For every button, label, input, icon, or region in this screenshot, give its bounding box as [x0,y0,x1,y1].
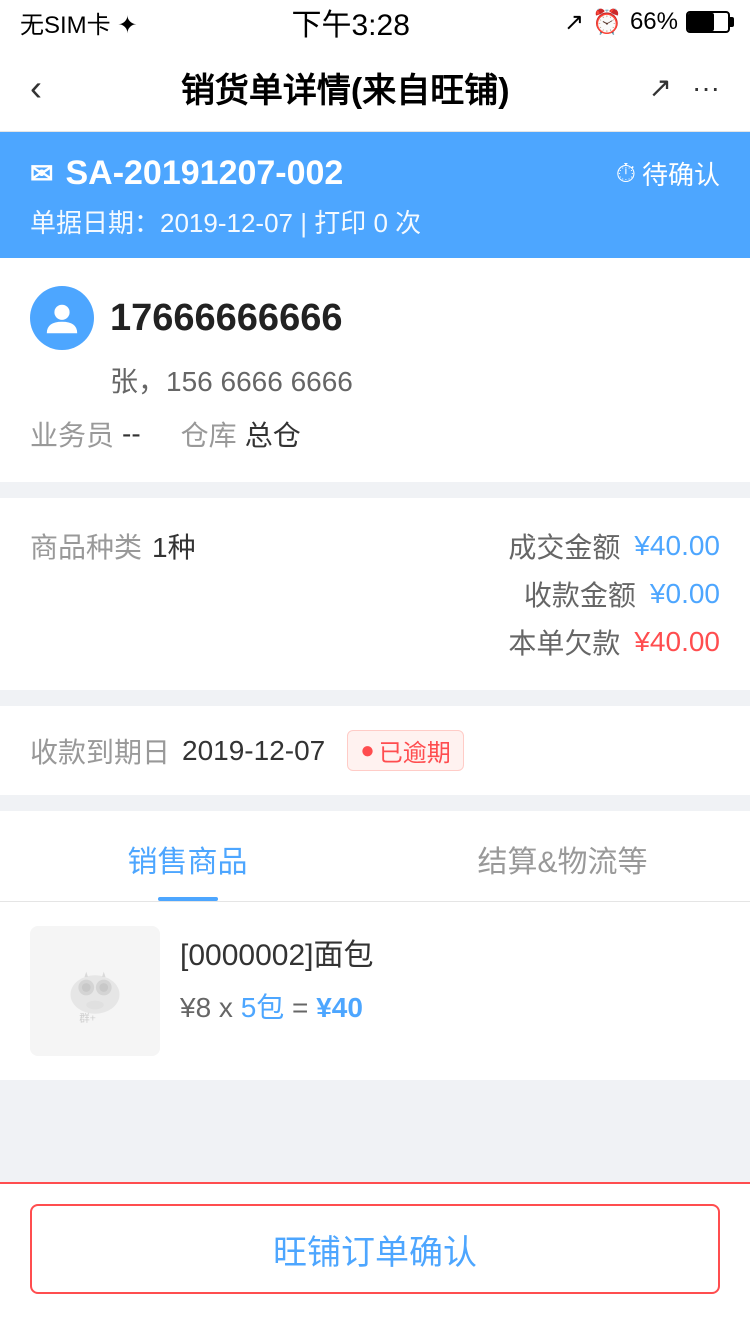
confirm-order-button[interactable]: 旺铺订单确认 [30,1204,720,1294]
status-clock-icon: ⏱ [616,158,636,190]
order-header: ✉ SA-20191207-002 ⏱ 待确认 单据日期：2019-12-07 … [0,132,750,258]
product-thumb-icon: 群+ [60,956,130,1026]
order-id-text: SA-20191207-002 [65,154,343,193]
product-list: 群+ [0000002]面包 ¥8 x 5包 = ¥40 [0,902,750,1080]
warehouse-value: 总仓 [245,414,301,454]
nav-left[interactable]: ‹ [30,67,42,109]
order-id: ✉ SA-20191207-002 [30,154,343,193]
status-bar-time: 下午3:28 [292,0,410,44]
product-type-row: 商品种类 1种 [30,526,196,566]
owed-label: 本单欠款 [508,622,620,662]
tab-sales-product[interactable]: 销售商品 [0,811,375,901]
avatar-icon [43,299,81,337]
order-id-row: ✉ SA-20191207-002 ⏱ 待确认 [30,154,720,193]
battery-text: 66% [630,8,678,36]
tab-settlement[interactable]: 结算&物流等 [375,811,750,901]
tabs-row: 销售商品 结算&物流等 [0,811,750,902]
customer-name-phone: 张，156 6666 6666 [30,360,720,400]
nav-bar: ‹ 销货单详情(来自旺铺) ↗ ··· [0,44,750,132]
bottom-bar: 旺铺订单确认 [0,1182,750,1334]
owed-value: ¥40.00 [634,626,720,658]
warehouse-label: 仓库 [181,414,237,454]
overdue-label: 收款到期日 [30,731,170,771]
status-bar-left: 无SIM卡 ✦ [20,5,137,40]
product-item: 群+ [0000002]面包 ¥8 x 5包 = ¥40 [30,926,720,1056]
sim-text: 无SIM卡 ✦ [20,5,137,40]
product-type-value: 1种 [152,526,196,566]
customer-section: 17666666666 张，156 6666 6666 业务员 -- 仓库 总仓 [0,258,750,482]
customer-phone: 17666666666 [110,297,342,340]
product-qty: 5包 [241,992,285,1023]
share-icon[interactable]: ↗ [649,71,672,104]
svg-text:群+: 群+ [79,1012,96,1025]
battery-icon [686,11,730,33]
status-bar: 无SIM卡 ✦ 下午3:28 ↗ ⏰ 66% [0,0,750,44]
product-price-text: ¥8 x [180,992,241,1023]
transaction-label: 成交金额 [508,526,620,566]
product-type-label: 商品种类 [30,526,142,566]
summary-left: 商品种类 1种 [30,526,196,566]
product-thumbnail: 群+ [30,926,160,1056]
overdue-badge-icon: ● [360,737,375,765]
more-icon[interactable]: ··· [692,72,720,104]
receipt-label: 收款金额 [524,574,636,614]
product-total: ¥40 [316,992,363,1023]
product-equals: = [284,992,316,1023]
owed-row: 本单欠款 ¥40.00 [508,622,720,662]
summary-right: 成交金额 ¥40.00 收款金额 ¥0.00 本单欠款 ¥40.00 [508,526,720,662]
customer-meta: 业务员 -- 仓库 总仓 [30,414,720,454]
order-id-icon: ✉ [30,157,53,190]
receipt-row: 收款金额 ¥0.00 [524,574,720,614]
back-button[interactable]: ‹ [30,67,42,109]
location-icon: ↗ [564,8,584,37]
salesperson-item: 业务员 -- [30,414,141,454]
salesperson-value: -- [122,418,141,450]
alarm-icon: ⏰ [592,8,622,37]
product-price-row: ¥8 x 5包 = ¥40 [180,986,720,1026]
nav-right[interactable]: ↗ ··· [649,71,720,104]
overdue-badge: ● 已逾期 [347,730,464,771]
nav-title: 销货单详情(来自旺铺) [181,63,510,112]
product-name: [0000002]面包 [180,930,720,974]
transaction-row: 成交金额 ¥40.00 [508,526,720,566]
salesperson-label: 业务员 [30,414,114,454]
order-status: ⏱ 待确认 [616,155,720,192]
avatar [30,286,94,350]
overdue-date: 2019-12-07 [182,735,325,767]
customer-name-row: 17666666666 [30,286,720,350]
product-info: [0000002]面包 ¥8 x 5包 = ¥40 [180,926,720,1026]
order-date-label: 单据日期： [30,208,160,238]
overdue-section: 收款到期日 2019-12-07 ● 已逾期 [0,706,750,795]
status-bar-right: ↗ ⏰ 66% [564,8,730,37]
receipt-value: ¥0.00 [650,578,720,610]
tabs-section: 销售商品 结算&物流等 群+ [0000002]面包 [0,811,750,1080]
warehouse-item: 仓库 总仓 [181,414,301,454]
overdue-badge-text: 已逾期 [379,733,451,768]
status-text: 待确认 [642,155,720,192]
transaction-value: ¥40.00 [634,530,720,562]
order-date: 单据日期：2019-12-07 | 打印 0 次 [30,203,720,240]
order-print-text: | 打印 0 次 [293,208,421,238]
order-date-value: 2019-12-07 [160,208,293,238]
summary-section: 商品种类 1种 成交金额 ¥40.00 收款金额 ¥0.00 本单欠款 ¥40.… [0,498,750,690]
